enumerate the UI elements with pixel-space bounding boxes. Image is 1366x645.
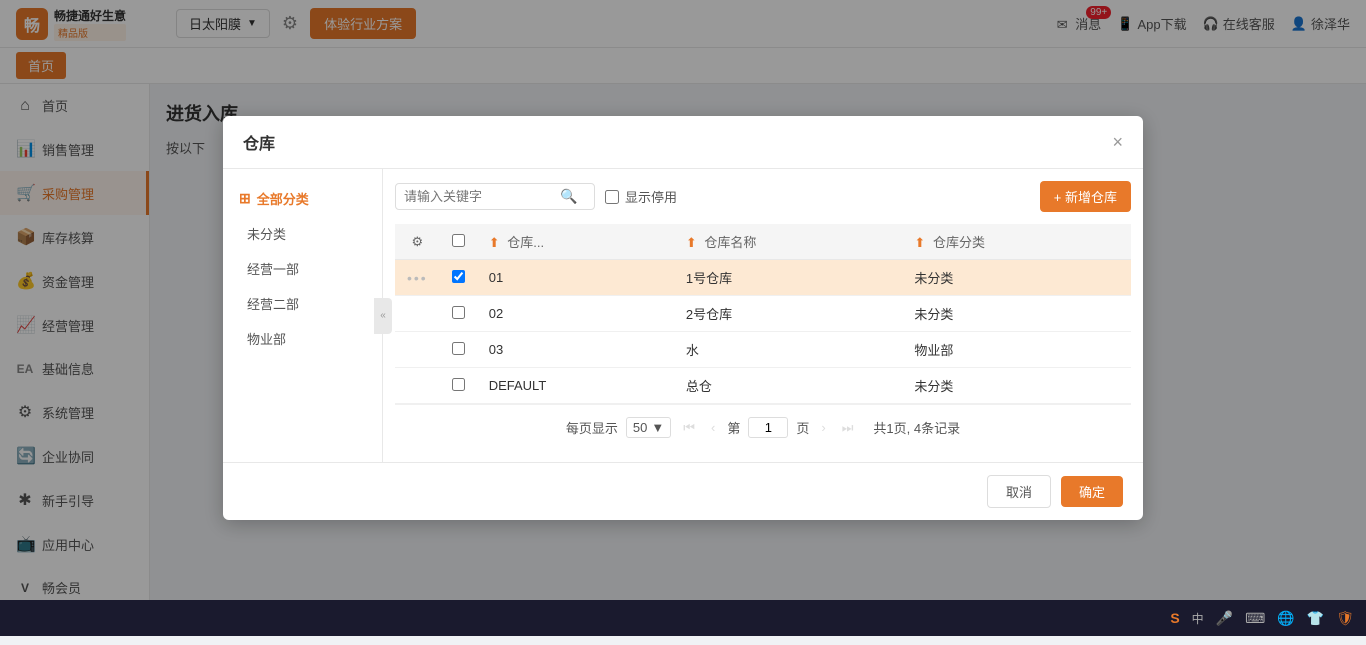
grid-icon: ⊞ bbox=[239, 190, 251, 207]
td-name: 2号仓库 bbox=[674, 296, 903, 332]
last-page-btn[interactable]: ⏭ bbox=[838, 418, 858, 438]
sort-icon-category: ⬆ bbox=[914, 235, 925, 250]
th-checkbox bbox=[440, 224, 477, 260]
shirt-icon: 👕 bbox=[1307, 610, 1324, 627]
td-checkbox[interactable] bbox=[440, 260, 477, 296]
shield-icon: 🛡 bbox=[1336, 610, 1354, 627]
modal-footer: 取消 确定 bbox=[223, 462, 1143, 520]
td-num: 02 bbox=[477, 296, 674, 332]
table-row[interactable]: 02 2号仓库 未分类 bbox=[395, 296, 1131, 332]
category-item-operations2[interactable]: 经营二部 bbox=[223, 286, 382, 321]
td-category: 未分类 bbox=[902, 260, 1131, 296]
td-checkbox[interactable] bbox=[440, 332, 477, 368]
table-toolbar: 🔍 显示停用 + 新增仓库 bbox=[395, 181, 1131, 212]
category-item-property[interactable]: 物业部 bbox=[223, 321, 382, 356]
show-disabled-checkbox[interactable] bbox=[605, 190, 619, 204]
mic-icon: 🎤 bbox=[1216, 610, 1233, 627]
category-item-operations1[interactable]: 经营一部 bbox=[223, 251, 382, 286]
row-checkbox[interactable] bbox=[452, 342, 465, 355]
page-input[interactable] bbox=[748, 417, 788, 438]
td-num: 03 bbox=[477, 332, 674, 368]
bottom-logo: S bbox=[1170, 610, 1179, 626]
cancel-btn[interactable]: 取消 bbox=[987, 475, 1051, 508]
row-checkbox[interactable] bbox=[452, 306, 465, 319]
table-row[interactable]: ••• 01 1号仓库 未分类 bbox=[395, 260, 1131, 296]
td-name: 1号仓库 bbox=[674, 260, 903, 296]
modal-close-btn[interactable]: × bbox=[1112, 132, 1123, 153]
search-input[interactable] bbox=[404, 189, 554, 204]
td-checkbox[interactable] bbox=[440, 296, 477, 332]
first-page-btn[interactable]: ⏮ bbox=[679, 418, 699, 438]
bottom-bar: S 中 🎤 ⌨ 🌐 👕 🛡 bbox=[0, 600, 1366, 636]
th-name: ⬆ 仓库名称 bbox=[674, 224, 903, 260]
category-item-uncategorized[interactable]: 未分类 bbox=[223, 216, 382, 251]
category-panel: ⊞ 全部分类 未分类 经营一部 经营二部 物业部 « bbox=[223, 169, 383, 462]
next-page-btn[interactable]: › bbox=[817, 418, 829, 437]
pagination: 每页显示 50 ▼ ⏮ ‹ 第 页 › ⏭ 共1页, 4条记录 bbox=[395, 404, 1131, 450]
td-num: 01 bbox=[477, 260, 674, 296]
td-gear bbox=[395, 332, 440, 368]
add-warehouse-btn[interactable]: + 新增仓库 bbox=[1040, 181, 1131, 212]
modal-title: 仓库 bbox=[243, 130, 275, 154]
search-box: 🔍 bbox=[395, 183, 595, 210]
search-icon: 🔍 bbox=[560, 188, 577, 205]
sort-icon-name: ⬆ bbox=[686, 235, 697, 250]
td-checkbox[interactable] bbox=[440, 368, 477, 404]
keyboard-icon: ⌨ bbox=[1245, 610, 1265, 627]
table-header-row: ⚙ ⬆ 仓库... ⬆ 仓库名称 bbox=[395, 224, 1131, 260]
collapse-panel-btn[interactable]: « bbox=[374, 298, 392, 334]
th-code: ⬆ 仓库... bbox=[477, 224, 674, 260]
table-panel: 🔍 显示停用 + 新增仓库 ⚙ bbox=[383, 169, 1143, 462]
modal-body: ⊞ 全部分类 未分类 经营一部 经营二部 物业部 « 🔍 bbox=[223, 169, 1143, 462]
warehouse-modal: 仓库 × ⊞ 全部分类 未分类 经营一部 经营二部 物业部 « bbox=[223, 116, 1143, 520]
td-category: 未分类 bbox=[902, 368, 1131, 404]
td-category: 物业部 bbox=[902, 332, 1131, 368]
th-gear: ⚙ bbox=[395, 224, 440, 260]
table-row[interactable]: 03 水 物业部 bbox=[395, 332, 1131, 368]
prev-page-btn[interactable]: ‹ bbox=[707, 418, 719, 437]
table-row[interactable]: DEFAULT 总仓 未分类 bbox=[395, 368, 1131, 404]
td-gear bbox=[395, 296, 440, 332]
page-size-dropdown[interactable]: 50 ▼ bbox=[626, 417, 671, 438]
td-gear bbox=[395, 368, 440, 404]
select-all-checkbox[interactable] bbox=[452, 234, 465, 247]
row-checkbox[interactable] bbox=[452, 378, 465, 391]
modal-overlay: 仓库 × ⊞ 全部分类 未分类 经营一部 经营二部 物业部 « bbox=[0, 0, 1366, 636]
warehouse-table: ⚙ ⬆ 仓库... ⬆ 仓库名称 bbox=[395, 224, 1131, 404]
td-num: DEFAULT bbox=[477, 368, 674, 404]
bottom-text: 中 bbox=[1192, 610, 1204, 627]
row-checkbox[interactable] bbox=[452, 270, 465, 283]
globe-icon: 🌐 bbox=[1277, 610, 1294, 627]
th-category: ⬆ 仓库分类 bbox=[902, 224, 1131, 260]
sort-icon-code: ⬆ bbox=[489, 235, 500, 250]
td-category: 未分类 bbox=[902, 296, 1131, 332]
td-gear: ••• bbox=[395, 260, 440, 296]
chevron-down-icon: ▼ bbox=[651, 420, 664, 435]
confirm-btn[interactable]: 确定 bbox=[1061, 476, 1123, 507]
td-name: 总仓 bbox=[674, 368, 903, 404]
td-name: 水 bbox=[674, 332, 903, 368]
modal-header: 仓库 × bbox=[223, 116, 1143, 169]
show-disabled-label: 显示停用 bbox=[605, 187, 677, 206]
category-all[interactable]: ⊞ 全部分类 bbox=[223, 181, 382, 216]
